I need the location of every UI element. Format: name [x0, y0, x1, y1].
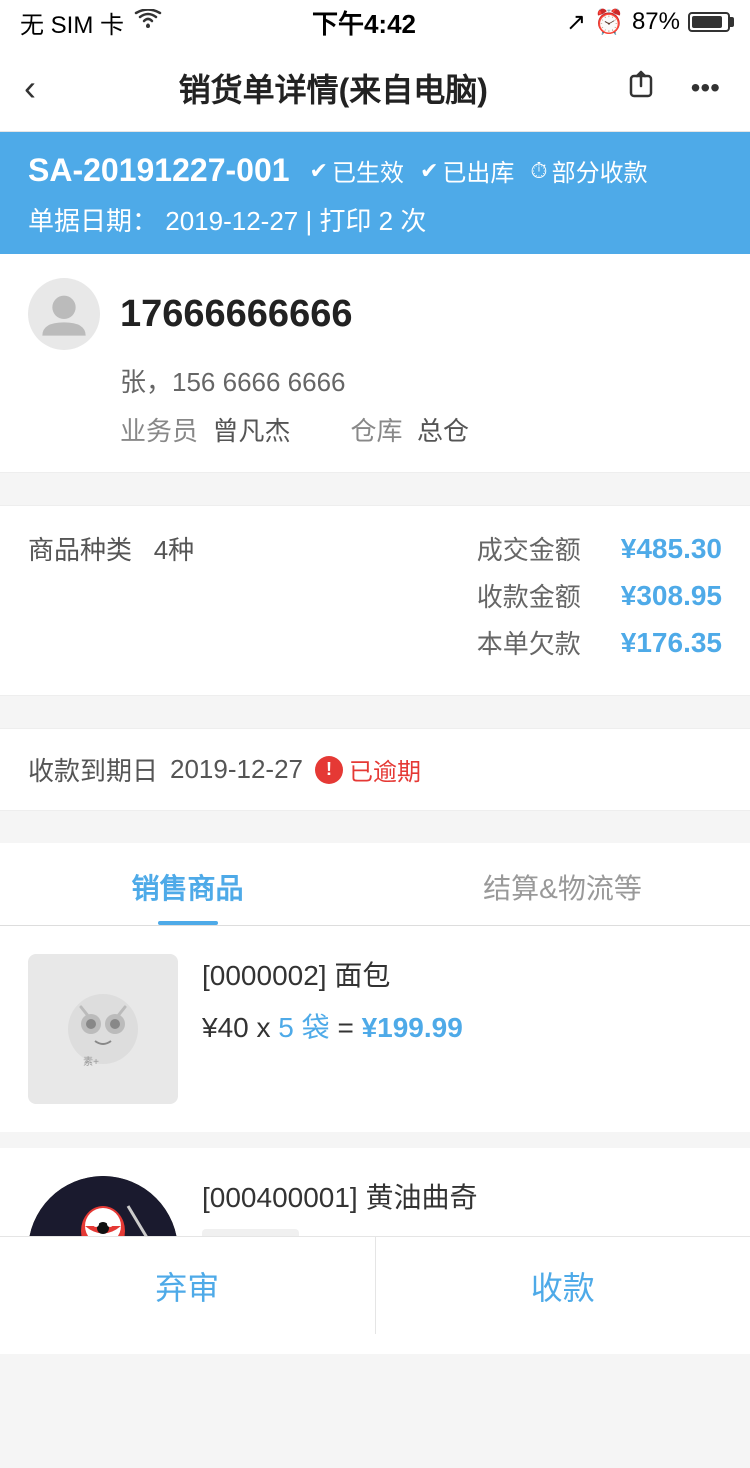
customer-row: 17666666666	[28, 278, 722, 350]
price-value-1: ¥40	[202, 1012, 249, 1043]
received-amount-value: ¥308.95	[621, 580, 722, 612]
tab-settlement-label: 结算&物流等	[483, 873, 642, 904]
print-info: | 打印 2 次	[305, 206, 426, 236]
qty-value-1: 5	[278, 1012, 294, 1043]
product-code-2: [000400001]	[202, 1182, 358, 1213]
due-date: 2019-12-27	[170, 754, 303, 785]
tab-settlement[interactable]: 结算&物流等	[375, 843, 750, 925]
order-date: 2019-12-27	[165, 206, 298, 236]
tabs-row: 销售商品 结算&物流等	[0, 843, 750, 925]
product-title-2: 黄油曲奇	[366, 1182, 478, 1213]
stats-right: 成交金额 ¥485.30 收款金额 ¥308.95 本单欠款 ¥176.35	[477, 530, 722, 671]
deal-amount-value: ¥485.30	[621, 533, 722, 565]
stats-section: 商品种类 4种 成交金额 ¥485.30 收款金额 ¥308.95 本单欠款 ¥…	[0, 505, 750, 696]
nav-actions: •••	[621, 62, 726, 113]
confirm-button[interactable]: 收款	[376, 1237, 750, 1334]
stats-row: 商品种类 4种 成交金额 ¥485.30 收款金额 ¥308.95 本单欠款 ¥…	[28, 530, 722, 671]
order-id: SA-20191227-001	[28, 152, 290, 189]
received-amount-row: 收款金额 ¥308.95	[477, 577, 722, 614]
status-bar: 无 SIM 卡 下午4:42 ↗ ⏰ 87%	[0, 0, 750, 44]
product-price-1: ¥40 x 5 袋 = ¥199.99	[202, 1006, 722, 1046]
check-icon-2: ✔	[420, 158, 438, 184]
status-left: 无 SIM 卡	[20, 5, 162, 40]
warehouse-item: 仓库 总仓	[350, 411, 468, 448]
owed-amount-value: ¥176.35	[621, 627, 722, 659]
owed-amount-row: 本单欠款 ¥176.35	[477, 624, 722, 661]
product-image-1: 素+	[28, 954, 178, 1104]
deal-amount-row: 成交金额 ¥485.30	[477, 530, 722, 567]
check-icon-1: ✔	[310, 158, 328, 184]
status-tag-shipped: ✔ 已出库	[420, 153, 514, 188]
owed-amount-label: 本单欠款	[477, 624, 581, 661]
product-title-1: 面包	[334, 960, 390, 991]
product-types-value: 4种	[154, 535, 194, 565]
cancel-button[interactable]: 弃审	[0, 1237, 376, 1334]
alarm-icon: ⏰	[594, 8, 624, 37]
banner-date-row: 单据日期： 2019-12-27 | 打印 2 次	[28, 201, 722, 238]
divider-1	[0, 473, 750, 489]
share-button[interactable]	[621, 62, 665, 113]
product-info-1: [0000002] 面包 ¥40 x 5 袋 = ¥199.99	[202, 954, 722, 1046]
customer-name: 张，156 6666 6666	[28, 362, 722, 399]
page-title: 销货单详情(来自电脑)	[46, 65, 621, 111]
product-name-2: [000400001] 黄油曲奇	[202, 1176, 722, 1216]
unit-value-1: 袋	[302, 1012, 330, 1043]
overdue-badge: ! 已逾期	[315, 752, 421, 787]
battery-fill	[692, 16, 722, 28]
due-label: 收款到期日	[28, 751, 158, 788]
status-tag-active: ✔ 已生效	[310, 153, 404, 188]
back-button[interactable]: ‹	[14, 57, 46, 119]
stats-left: 商品种类 4种	[28, 530, 194, 571]
due-section: 收款到期日 2019-12-27 ! 已逾期	[0, 728, 750, 811]
overdue-text: 已逾期	[349, 752, 421, 787]
salesperson-value: 曾凡杰	[212, 416, 290, 446]
banner-row1: SA-20191227-001 ✔ 已生效 ✔ 已出库 ⏱ 部分收款	[28, 152, 722, 189]
more-button[interactable]: •••	[685, 66, 726, 110]
wifi-icon	[134, 8, 162, 36]
divider-3	[0, 811, 750, 827]
status-right: ↗ ⏰ 87%	[566, 8, 730, 37]
battery-indicator	[688, 12, 730, 32]
clock-icon: ⏱	[530, 158, 547, 184]
customer-section: 17666666666 张，156 6666 6666 业务员 曾凡杰 仓库 总…	[0, 254, 750, 473]
tab-sales[interactable]: 销售商品	[0, 843, 375, 925]
product-name-1: [0000002] 面包	[202, 954, 722, 994]
received-amount-label: 收款金额	[477, 577, 581, 614]
overdue-icon: !	[315, 756, 343, 784]
product-code-1: [0000002]	[202, 960, 327, 991]
header-banner: SA-20191227-001 ✔ 已生效 ✔ 已出库 ⏱ 部分收款 单据日期：…	[0, 132, 750, 254]
warehouse-label: 仓库	[350, 416, 402, 446]
svg-text:素+: 素+	[83, 1055, 99, 1068]
deal-amount-label: 成交金额	[477, 530, 581, 567]
location-icon: ↗	[566, 8, 586, 37]
status-time: 下午4:42	[312, 4, 416, 41]
product-types-item: 商品种类 4种	[28, 530, 194, 567]
salesperson-label: 业务员	[120, 416, 198, 446]
customer-meta: 业务员 曾凡杰 仓库 总仓	[28, 411, 722, 448]
warehouse-value: 总仓	[417, 416, 469, 446]
carrier-text: 无 SIM 卡	[20, 5, 124, 40]
customer-phone: 17666666666	[120, 293, 352, 336]
status-tag-partial: ⏱ 部分收款	[530, 153, 647, 188]
battery-percent: 87%	[632, 8, 680, 36]
customer-avatar	[28, 278, 100, 350]
product-types-label: 商品种类	[28, 535, 132, 565]
nav-bar: ‹ 销货单详情(来自电脑) •••	[0, 44, 750, 132]
total-value-1: ¥199.99	[362, 1012, 463, 1043]
salesperson-item: 业务员 曾凡杰	[120, 411, 290, 448]
divider-2	[0, 696, 750, 712]
tab-sales-label: 销售商品	[131, 873, 243, 904]
status-tags: ✔ 已生效 ✔ 已出库 ⏱ 部分收款	[310, 153, 648, 188]
date-label: 单据日期：	[28, 206, 158, 236]
tabs-section: 销售商品 结算&物流等	[0, 843, 750, 926]
bottom-action-bar: 弃审 收款	[0, 1236, 750, 1334]
product-card-1: 素+ [0000002] 面包 ¥40 x 5 袋 = ¥199.99	[0, 926, 750, 1132]
